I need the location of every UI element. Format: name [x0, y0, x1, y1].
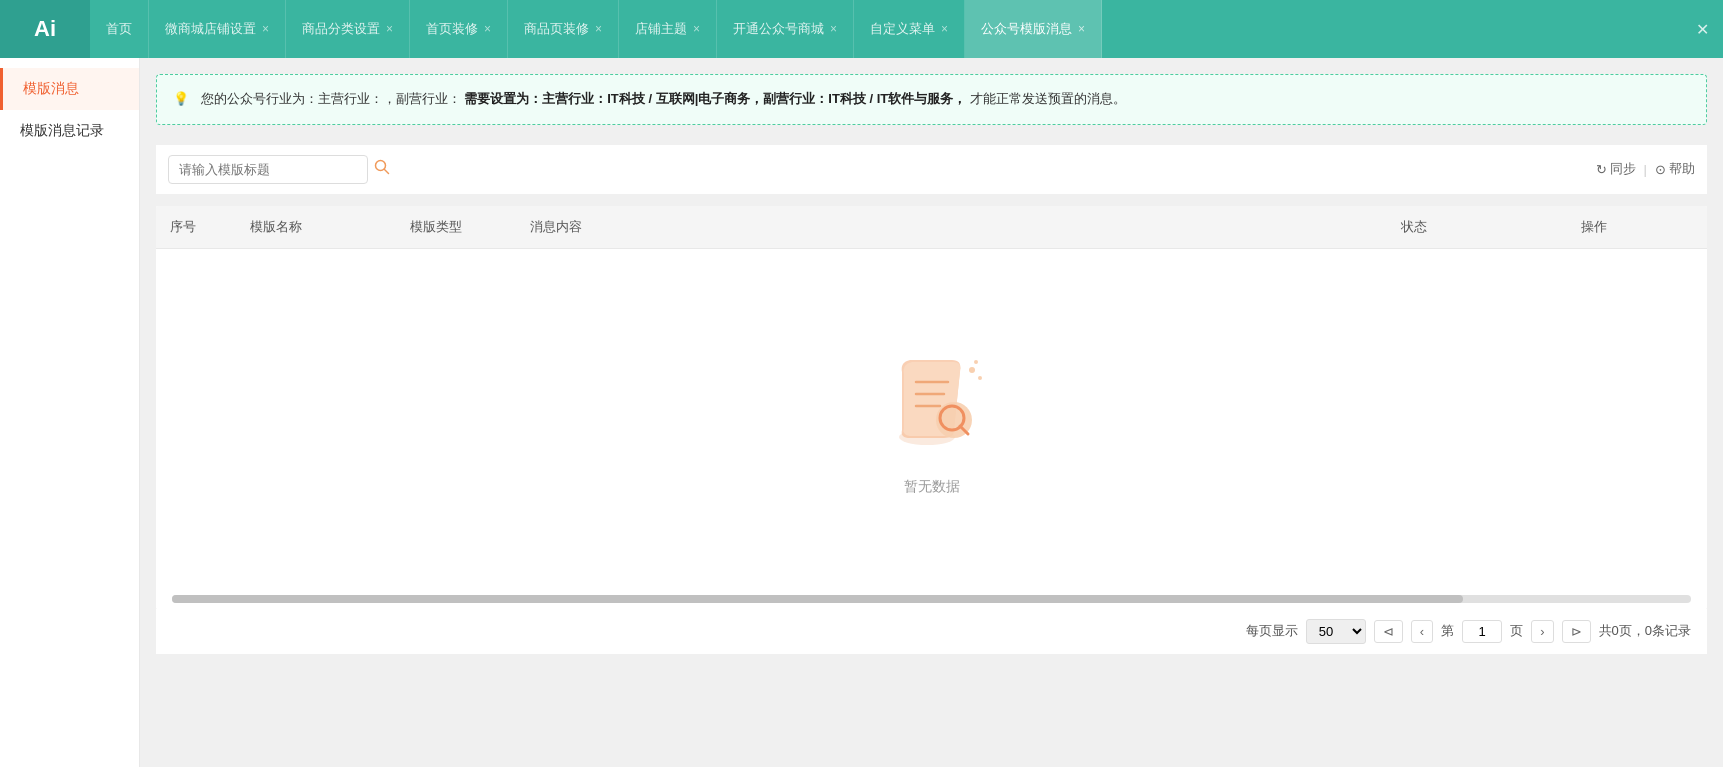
page-label: 页	[1510, 622, 1523, 640]
page-number-input[interactable]	[1462, 620, 1502, 643]
search-area	[168, 155, 390, 184]
table-header-status: 状态	[1387, 206, 1567, 248]
help-icon: ⊙	[1655, 162, 1666, 177]
nav-tab-close-shoptheme[interactable]: ×	[693, 22, 700, 36]
sidebar: 模版消息模版消息记录	[0, 58, 140, 767]
search-icon	[374, 159, 390, 175]
nav-tab-home[interactable]: 首页	[90, 0, 149, 58]
per-page-label: 每页显示	[1246, 622, 1298, 640]
nav-tab-close-productpage[interactable]: ×	[595, 22, 602, 36]
main-content: 💡 您的公众号行业为：主营行业：，副营行业： 需要设置为：主营行业：IT科技 /…	[140, 58, 1723, 767]
sidebar-item-template-log[interactable]: 模版消息记录	[0, 110, 139, 152]
logo-text: Ai	[34, 16, 56, 42]
nav-tab-templatemsg[interactable]: 公众号模版消息×	[965, 0, 1102, 58]
alert-icon: 💡	[173, 91, 189, 106]
sidebar-item-template-msg[interactable]: 模版消息	[0, 68, 139, 110]
search-input[interactable]	[168, 155, 368, 184]
nav-tab-close-homepage[interactable]: ×	[484, 22, 491, 36]
prev-page-button[interactable]: ‹	[1411, 620, 1433, 643]
last-page-button[interactable]: ⊳	[1562, 620, 1591, 643]
nav-tab-category[interactable]: 商品分类设置×	[286, 0, 410, 58]
nav-tab-close-templatemsg[interactable]: ×	[1078, 22, 1085, 36]
horizontal-scrollbar[interactable]	[172, 595, 1691, 603]
next-page-button[interactable]: ›	[1531, 620, 1553, 643]
page-container: 模版消息模版消息记录 💡 您的公众号行业为：主营行业：，副营行业： 需要设置为：…	[0, 58, 1723, 767]
nav-tab-shoptheme[interactable]: 店铺主题×	[619, 0, 717, 58]
alert-highlight: 需要设置为：主营行业：IT科技 / 互联网|电子商务，副营行业：IT科技 / I…	[464, 91, 966, 106]
page-di-label: 第	[1441, 622, 1454, 640]
nav-tab-productpage[interactable]: 商品页装修×	[508, 0, 619, 58]
nav-tab-close-custommenu[interactable]: ×	[941, 22, 948, 36]
table-header-action: 操作	[1567, 206, 1707, 248]
svg-point-10	[978, 376, 982, 380]
empty-illustration	[872, 342, 992, 462]
toolbar: ↻ 同步 | ⊙ 帮助	[156, 145, 1707, 194]
nav-tab-custommenu[interactable]: 自定义菜单×	[854, 0, 965, 58]
sync-icon: ↻	[1596, 162, 1607, 177]
svg-line-1	[385, 170, 389, 174]
help-button[interactable]: ⊙ 帮助	[1655, 160, 1695, 178]
toolbar-right: ↻ 同步 | ⊙ 帮助	[1596, 160, 1695, 178]
per-page-select[interactable]: 50 20 100	[1306, 619, 1366, 644]
scrollbar-area[interactable]	[156, 589, 1707, 609]
nav-tab-close-weshop[interactable]: ×	[262, 22, 269, 36]
total-info: 共0页，0条记录	[1599, 622, 1691, 640]
svg-point-9	[969, 367, 975, 373]
scrollbar-thumb	[172, 595, 1463, 603]
help-label: 帮助	[1669, 160, 1695, 178]
top-nav: Ai 首页微商城店铺设置×商品分类设置×首页装修×商品页装修×店铺主题×开通公众…	[0, 0, 1723, 58]
empty-text: 暂无数据	[904, 478, 960, 496]
divider: |	[1644, 162, 1647, 177]
nav-tab-openstore[interactable]: 开通公众号商城×	[717, 0, 854, 58]
pagination: 每页显示 50 20 100 ⊲ ‹ 第 页 › ⊳ 共0页，0条记录	[156, 609, 1707, 654]
table-body: 暂无数据	[156, 249, 1707, 589]
nav-tab-close-openstore[interactable]: ×	[830, 22, 837, 36]
close-all-button[interactable]: ✕	[1682, 0, 1723, 58]
search-button[interactable]	[374, 159, 390, 179]
table-header-index: 序号	[156, 206, 236, 248]
nav-tabs: 首页微商城店铺设置×商品分类设置×首页装修×商品页装修×店铺主题×开通公众号商城…	[90, 0, 1682, 58]
sync-label: 同步	[1610, 160, 1636, 178]
alert-suffix: 才能正常发送预置的消息。	[970, 91, 1126, 106]
logo: Ai	[0, 0, 90, 58]
table-header-type: 模版类型	[396, 206, 516, 248]
nav-tab-weshop[interactable]: 微商城店铺设置×	[149, 0, 286, 58]
alert-box: 💡 您的公众号行业为：主营行业：，副营行业： 需要设置为：主营行业：IT科技 /…	[156, 74, 1707, 125]
table-header: 序号模版名称模版类型消息内容状态操作	[156, 206, 1707, 249]
sync-button[interactable]: ↻ 同步	[1596, 160, 1636, 178]
table-header-name: 模版名称	[236, 206, 396, 248]
alert-prefix: 您的公众号行业为：主营行业：，副营行业：	[201, 91, 461, 106]
nav-tab-close-category[interactable]: ×	[386, 22, 393, 36]
data-table: 序号模版名称模版类型消息内容状态操作	[156, 206, 1707, 609]
nav-tab-homepage[interactable]: 首页装修×	[410, 0, 508, 58]
first-page-button[interactable]: ⊲	[1374, 620, 1403, 643]
svg-point-11	[974, 360, 978, 364]
table-header-content: 消息内容	[516, 206, 1387, 248]
